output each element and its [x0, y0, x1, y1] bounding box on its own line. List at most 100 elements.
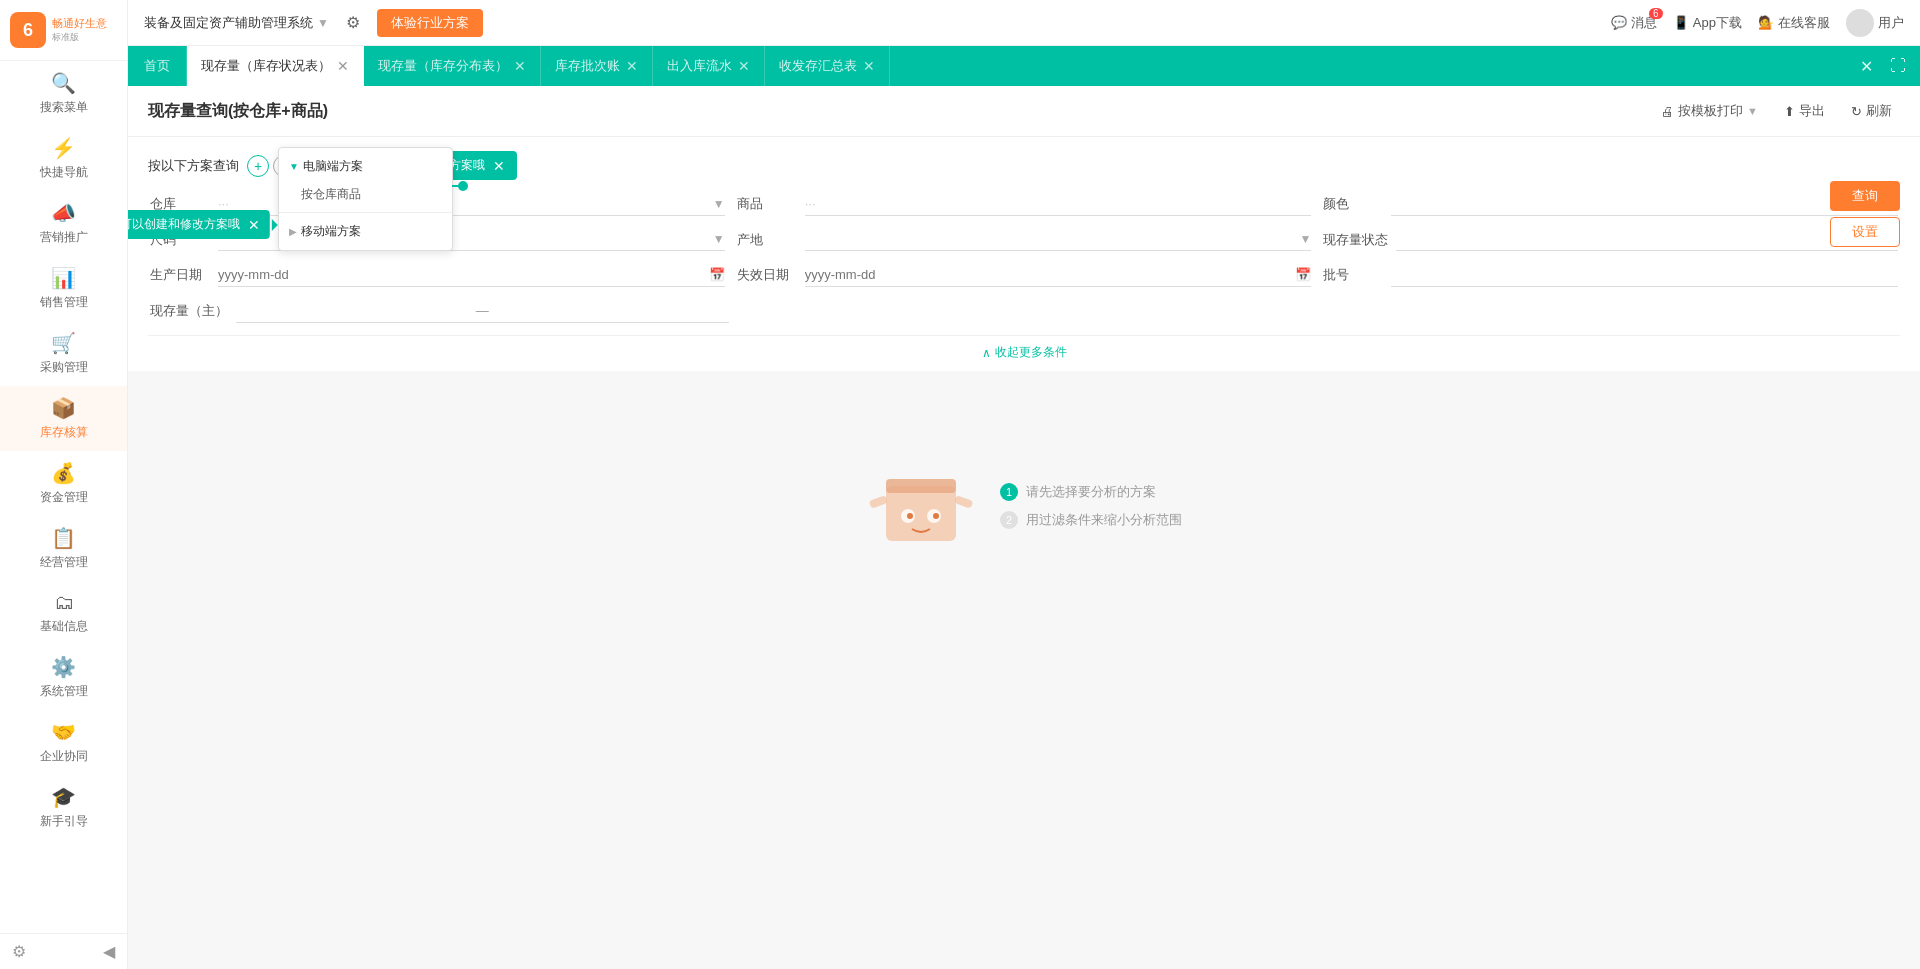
sidebar-item-marketing[interactable]: 📣 营销推广 — [0, 191, 127, 256]
tab-batch-ledger-label: 库存批次账 — [555, 57, 620, 75]
tooltip-close-icon[interactable]: ✕ — [493, 158, 505, 174]
calendar-icon[interactable]: 📅 — [1295, 267, 1311, 282]
search-button[interactable]: 查询 — [1830, 181, 1900, 211]
user-button[interactable]: 用户 — [1846, 9, 1904, 37]
topbar-right: 💬 消息 6 📱 App下载 💁 在线客服 用户 — [1611, 9, 1904, 37]
scheme-desktop-header[interactable]: ▼ 电脑端方案 — [279, 152, 452, 181]
tab-inventory-status[interactable]: 现存量（库存状况表） ✕ — [187, 46, 364, 86]
purchase-icon: 🛒 — [51, 331, 76, 355]
calendar-icon[interactable]: 📅 — [709, 267, 725, 282]
print-icon: 🖨 — [1661, 104, 1674, 119]
prod-date-label: 生产日期 — [150, 266, 210, 284]
svg-rect-1 — [886, 479, 956, 493]
phone-icon: 📱 — [1673, 15, 1689, 30]
sidebar: 6 畅通好生意 标准版 🔍 搜索菜单 ⚡ 快捷导航 📣 营销推广 📊 销售 — [0, 0, 128, 969]
origin-select[interactable]: ▼ — [805, 228, 1312, 251]
footer-collapse-icon[interactable]: ◀ — [103, 942, 115, 961]
footer-settings-icon[interactable]: ⚙ — [12, 942, 26, 961]
tab-close-icon[interactable]: ✕ — [626, 59, 638, 73]
tab-home-label: 首页 — [144, 57, 170, 75]
tab-inout-flow[interactable]: 出入库流水 ✕ — [653, 46, 765, 86]
filter-field-color: 颜色 ▼ — [1323, 192, 1898, 216]
sidebar-item-label: 系统管理 — [40, 683, 88, 700]
empty-step-2: 2 用过滤条件来缩小分析范围 — [1000, 511, 1182, 529]
collapse-label: 收起更多条件 — [995, 344, 1067, 361]
logo-icon: 6 — [10, 12, 46, 48]
action-buttons: 查询 设置 — [1830, 181, 1900, 247]
print-button[interactable]: 🖨 按模板打印 ▼ — [1653, 98, 1766, 124]
tab-batch-ledger[interactable]: 库存批次账 ✕ — [541, 46, 653, 86]
svg-point-5 — [933, 513, 939, 519]
tab-inventory-dist-label: 现存量（库存分布表） — [378, 57, 508, 75]
tab-close-icon[interactable]: ✕ — [514, 59, 526, 73]
filter-field-stock-qty: 现存量（主） — — [150, 299, 729, 323]
sidebar-item-finance[interactable]: 💰 资金管理 — [0, 451, 127, 516]
tabbar-actions: ✕ ⛶ — [1844, 46, 1920, 86]
service-icon: 💁 — [1758, 15, 1774, 30]
arrow-right-icon: ▶ — [289, 226, 297, 237]
tab-close-icon[interactable]: ✕ — [863, 59, 875, 73]
sidebar-item-enterprise[interactable]: 🤝 企业协同 — [0, 710, 127, 775]
exp-date-field[interactable] — [805, 267, 1292, 282]
tab-receive-summary-label: 收发存汇总表 — [779, 57, 857, 75]
tab-inventory-status-label: 现存量（库存状况表） — [201, 57, 331, 75]
stock-qty-label: 现存量（主） — [150, 302, 228, 320]
settings-icon[interactable]: ⚙ — [339, 9, 367, 37]
sidebar-item-guide[interactable]: 🎓 新手引导 — [0, 775, 127, 840]
collapse-button[interactable]: ∧ 收起更多条件 — [148, 335, 1900, 371]
sidebar-item-sales[interactable]: 📊 销售管理 — [0, 256, 127, 321]
sidebar-item-basic-info[interactable]: 🗂 基础信息 — [0, 581, 127, 645]
message-button[interactable]: 💬 消息 6 — [1611, 14, 1657, 32]
guide-icon: 🎓 — [51, 785, 76, 809]
tab-expand-icon[interactable]: ⛶ — [1884, 52, 1912, 80]
tab-inventory-dist[interactable]: 现存量（库存分布表） ✕ — [364, 46, 541, 86]
tab-close-icon[interactable]: ✕ — [738, 59, 750, 73]
edit-tooltip-close-icon[interactable]: ✕ — [248, 217, 260, 233]
goods-select[interactable]: ··· — [805, 192, 1312, 216]
stock-status-select[interactable]: ▼ — [1396, 228, 1898, 251]
exp-date-input[interactable]: 📅 — [805, 263, 1312, 287]
dot-circle — [458, 181, 468, 191]
filter-label: 按以下方案查询 — [148, 157, 239, 175]
sidebar-item-purchase[interactable]: 🛒 采购管理 — [0, 321, 127, 386]
user-label: 用户 — [1878, 14, 1904, 32]
tab-home[interactable]: 首页 — [128, 46, 187, 86]
sidebar-item-operations[interactable]: 📋 经营管理 — [0, 516, 127, 581]
sidebar-nav: 🔍 搜索菜单 ⚡ 快捷导航 📣 营销推广 📊 销售管理 🛒 采购管理 📦 — [0, 61, 127, 933]
stock-qty-range[interactable]: — — [236, 299, 729, 323]
export-button[interactable]: ⬆ 导出 — [1776, 98, 1833, 124]
sidebar-item-search[interactable]: 🔍 搜索菜单 — [0, 61, 127, 126]
sidebar-item-label: 营销推广 — [40, 229, 88, 246]
add-scheme-button[interactable]: + — [247, 155, 269, 177]
tab-receive-summary[interactable]: 收发存汇总表 ✕ — [765, 46, 890, 86]
sidebar-item-system[interactable]: ⚙️ 系统管理 — [0, 645, 127, 710]
tab-close-icon[interactable]: ✕ — [337, 59, 349, 73]
sidebar-item-label: 基础信息 — [40, 618, 88, 635]
prod-date-field[interactable] — [218, 267, 705, 282]
refresh-button[interactable]: ↻ 刷新 — [1843, 98, 1900, 124]
origin-label: 产地 — [737, 231, 797, 249]
reset-button[interactable]: 设置 — [1830, 217, 1900, 247]
sales-icon: 📊 — [51, 266, 76, 290]
chevron-down-icon: ▼ — [317, 16, 329, 30]
color-select[interactable]: ▼ — [1391, 193, 1898, 216]
scheme-mobile-header[interactable]: ▶ 移动端方案 — [279, 217, 452, 246]
prod-date-input[interactable]: 📅 — [218, 263, 725, 287]
industry-plan-button[interactable]: 体验行业方案 — [377, 9, 483, 37]
inventory-icon: 📦 — [51, 396, 76, 420]
batch-no-input[interactable] — [1391, 263, 1898, 287]
tab-close-all-icon[interactable]: ✕ — [1852, 52, 1880, 80]
print-label: 按模板打印 — [1678, 102, 1743, 120]
scheme-item-warehouse[interactable]: 按仓库商品 — [279, 181, 452, 208]
filter-field-batch-no: 批号 — [1323, 263, 1898, 287]
stock-qty-min[interactable] — [236, 303, 472, 318]
marketing-icon: 📣 — [51, 201, 76, 225]
system-selector[interactable]: 装备及固定资产辅助管理系统 ▼ — [144, 14, 329, 32]
sidebar-item-quick-nav[interactable]: ⚡ 快捷导航 — [0, 126, 127, 191]
app-download-button[interactable]: 📱 App下载 — [1673, 14, 1742, 32]
stock-qty-max[interactable] — [493, 303, 729, 318]
online-service-button[interactable]: 💁 在线客服 — [1758, 14, 1830, 32]
message-badge: 6 — [1649, 8, 1663, 19]
sidebar-item-inventory[interactable]: 📦 库存核算 — [0, 386, 127, 451]
app-download-label: App下载 — [1693, 14, 1742, 32]
